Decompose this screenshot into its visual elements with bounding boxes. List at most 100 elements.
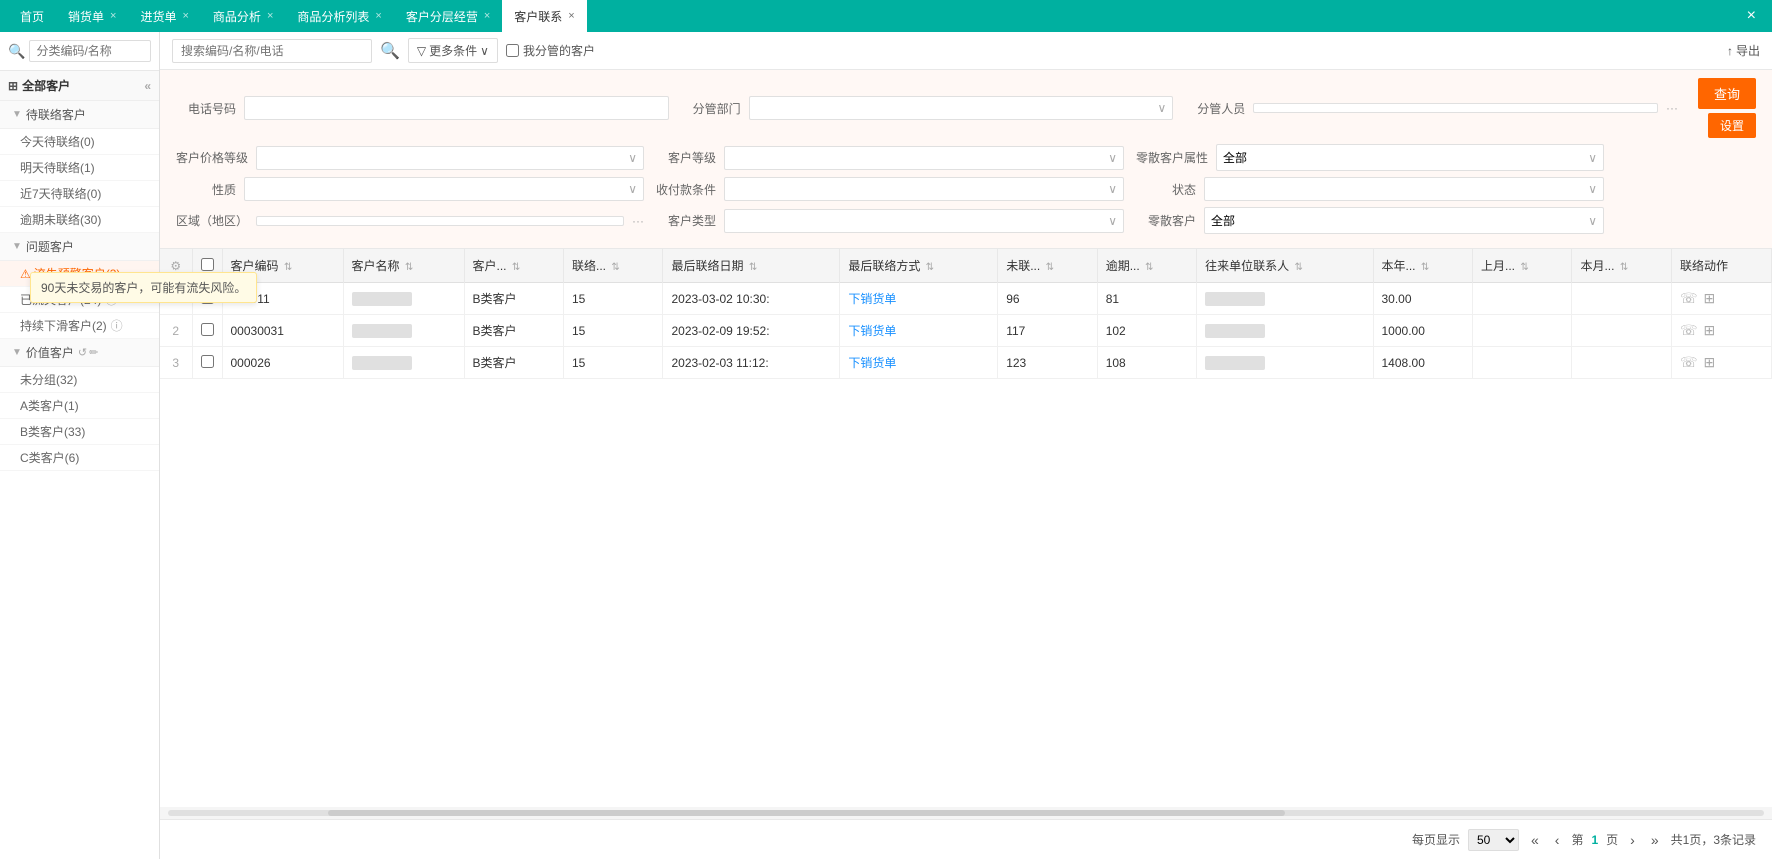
close-tab-customer-segment[interactable]: × — [484, 10, 490, 22]
filter-customer-level-select[interactable]: ∨ — [724, 146, 1124, 170]
tab-customer-segment[interactable]: 客户分层经营 × — [394, 0, 502, 32]
filter-dept-select[interactable]: ∨ — [749, 96, 1174, 120]
action-more-icon[interactable]: ⊞ — [1703, 354, 1715, 371]
filter-gender-select[interactable]: ∨ — [244, 177, 644, 201]
col-customer-name[interactable]: 客户名称 ⇅ — [343, 249, 464, 283]
col-customer-type[interactable]: 客户... ⇅ — [464, 249, 563, 283]
row-checkbox-2[interactable] — [201, 355, 214, 368]
cell-last-contact-way[interactable]: 下销货单 — [840, 347, 998, 379]
sidebar-group-problem-customer[interactable]: ▼ 问题客户 — [0, 233, 159, 261]
filter-phone-input[interactable] — [244, 96, 669, 120]
row-checkbox-1[interactable] — [201, 323, 214, 336]
edit-icon-value[interactable]: ✏ — [89, 346, 98, 359]
sidebar-item-class-b[interactable]: B类客户(33) — [0, 419, 159, 445]
scrollbar-thumb[interactable] — [328, 810, 1286, 816]
query-settings-col: 查询 设置 — [1698, 78, 1756, 138]
prev-page-button[interactable]: ‹ — [1551, 830, 1564, 850]
sidebar-item-overdue-contact[interactable]: 逾期未联络(30) — [0, 207, 159, 233]
col-this-month[interactable]: 本月... ⇅ — [1572, 249, 1671, 283]
filter-search-input[interactable] — [172, 39, 372, 63]
horizontal-scrollbar[interactable] — [160, 807, 1772, 819]
tab-product-analysis-list[interactable]: 商品分析列表 × — [285, 0, 393, 32]
top-nav-bar: 首页 销货单 × 进货单 × 商品分析 × 商品分析列表 × 客户分层经营 × … — [0, 0, 1772, 32]
refresh-icon-value[interactable]: ↺ — [78, 346, 87, 359]
sidebar-item-ungrouped[interactable]: 未分组(32) — [0, 367, 159, 393]
cell-this-month — [1572, 315, 1671, 347]
close-tab-customer-contact[interactable]: × — [568, 10, 574, 22]
filter-region-more[interactable]: ··· — [632, 214, 644, 228]
action-more-icon[interactable]: ⊞ — [1703, 290, 1715, 307]
filter-region-select[interactable] — [256, 216, 624, 226]
filter-panel: 电话号码 分管部门 ∨ 分管人员 ··· — [160, 70, 1772, 249]
cell-last-contact-way[interactable]: 下销货单 — [840, 315, 998, 347]
tab-sales-order[interactable]: 销货单 × — [56, 0, 128, 32]
col-action: 联络动作 — [1671, 249, 1771, 283]
close-tab-purchase-order[interactable]: × — [182, 10, 188, 22]
table-row: 3 000026 B类客户 15 2023-02-03 11:12: 下销货单 … — [160, 347, 1772, 379]
action-phone-icon[interactable]: ☏ — [1680, 290, 1698, 307]
my-customers-checkbox-label[interactable]: 我分管的客户 — [506, 42, 595, 59]
col-last-month[interactable]: 上月... ⇅ — [1472, 249, 1571, 283]
export-button[interactable]: ↑ 导出 — [1727, 42, 1760, 59]
sidebar-group-arrow-pending: ▼ — [12, 109, 22, 120]
col-last-contact-date[interactable]: 最后联络日期 ⇅ — [663, 249, 840, 283]
cell-checkbox[interactable] — [192, 347, 222, 379]
action-more-icon[interactable]: ⊞ — [1703, 322, 1715, 339]
sidebar-search-input[interactable] — [29, 40, 151, 62]
action-phone-icon[interactable]: ☏ — [1680, 322, 1698, 339]
filter-field-dept: 分管部门 ∨ — [681, 96, 1174, 120]
customer-table-container: ⚙ 客户编码 ⇅ 客户名称 ⇅ 客户... ⇅ — [160, 249, 1772, 807]
sidebar-group-value-customer[interactable]: ▼ 价值客户 ↺ ✏ — [0, 339, 159, 367]
cell-checkbox[interactable] — [192, 315, 222, 347]
close-tab-sales-order[interactable]: × — [110, 10, 116, 22]
cell-action: ☏ ⊞ — [1671, 347, 1771, 379]
tab-purchase-order[interactable]: 进货单 × — [128, 0, 200, 32]
query-button[interactable]: 查询 — [1698, 78, 1756, 109]
sidebar-root-item[interactable]: ⊞ 全部客户 « — [0, 71, 159, 101]
sort-icon-company-contact: ⇅ — [1295, 262, 1303, 273]
settings-button[interactable]: 设置 — [1708, 113, 1756, 138]
filter-field-gender: 性质 ∨ — [176, 177, 644, 201]
window-close-button[interactable]: × — [1739, 7, 1764, 25]
action-phone-icon[interactable]: ☏ — [1680, 354, 1698, 371]
col-overdue[interactable]: 逾期... ⇅ — [1097, 249, 1196, 283]
per-page-select[interactable]: 50 100 200 — [1468, 829, 1519, 851]
filter-payment-select[interactable]: ∨ — [724, 177, 1124, 201]
last-page-button[interactable]: » — [1647, 830, 1663, 850]
col-last-contact-way[interactable]: 最后联络方式 ⇅ — [840, 249, 998, 283]
first-page-button[interactable]: « — [1527, 830, 1543, 850]
col-no-contact[interactable]: 未联... ⇅ — [998, 249, 1097, 283]
close-tab-product-analysis-list[interactable]: × — [375, 10, 381, 22]
tab-product-analysis[interactable]: 商品分析 × — [201, 0, 285, 32]
col-contact[interactable]: 联络... ⇅ — [563, 249, 662, 283]
filter-search-button[interactable]: 🔍 — [380, 41, 400, 61]
cell-overdue: 102 — [1097, 315, 1196, 347]
col-this-year[interactable]: 本年... ⇅ — [1373, 249, 1472, 283]
filter-status-select[interactable]: ∨ — [1204, 177, 1604, 201]
col-company-contact[interactable]: 往来单位联系人 ⇅ — [1197, 249, 1373, 283]
sidebar-group-pending-contact[interactable]: ▼ 待联络客户 — [0, 101, 159, 129]
sidebar-item-today-contact[interactable]: 今天待联络(0) — [0, 129, 159, 155]
filter-zero-customer-select[interactable]: 全部 ∨ — [1204, 207, 1604, 234]
cell-last-contact-date: 2023-02-09 19:52: — [663, 315, 840, 347]
next-page-button[interactable]: › — [1626, 830, 1639, 850]
sidebar-item-tomorrow-contact[interactable]: 明天待联络(1) — [0, 155, 159, 181]
tab-home[interactable]: 首页 — [8, 0, 56, 32]
filter-person-more[interactable]: ··· — [1666, 101, 1678, 115]
sidebar-item-class-c[interactable]: C类客户(6) — [0, 445, 159, 471]
filter-customer-type-select[interactable]: ∨ — [724, 209, 1124, 233]
cell-last-contact-way[interactable]: 下销货单 — [840, 283, 998, 315]
filter-more-conditions-button[interactable]: ▽ 更多条件 ∨ — [408, 38, 498, 63]
filter-price-level-select[interactable]: ∨ — [256, 146, 644, 170]
close-tab-product-analysis[interactable]: × — [267, 10, 273, 22]
filter-person-select[interactable] — [1253, 103, 1658, 113]
sidebar-collapse-arrow[interactable]: « — [144, 79, 151, 93]
sidebar-item-class-a[interactable]: A类客户(1) — [0, 393, 159, 419]
my-customers-checkbox[interactable] — [506, 44, 519, 57]
filter-zero-attr-select[interactable]: 全部 ∨ — [1216, 144, 1604, 171]
sidebar-item-declining[interactable]: 持续下滑客户(2) ⓘ — [0, 313, 159, 339]
tab-customer-contact[interactable]: 客户联系 × — [502, 0, 586, 32]
filter-toolbar: 🔍 ▽ 更多条件 ∨ 我分管的客户 ↑ 导出 — [160, 32, 1772, 70]
select-all-checkbox[interactable] — [201, 258, 214, 271]
sidebar-item-7days-contact[interactable]: 近7天待联络(0) — [0, 181, 159, 207]
